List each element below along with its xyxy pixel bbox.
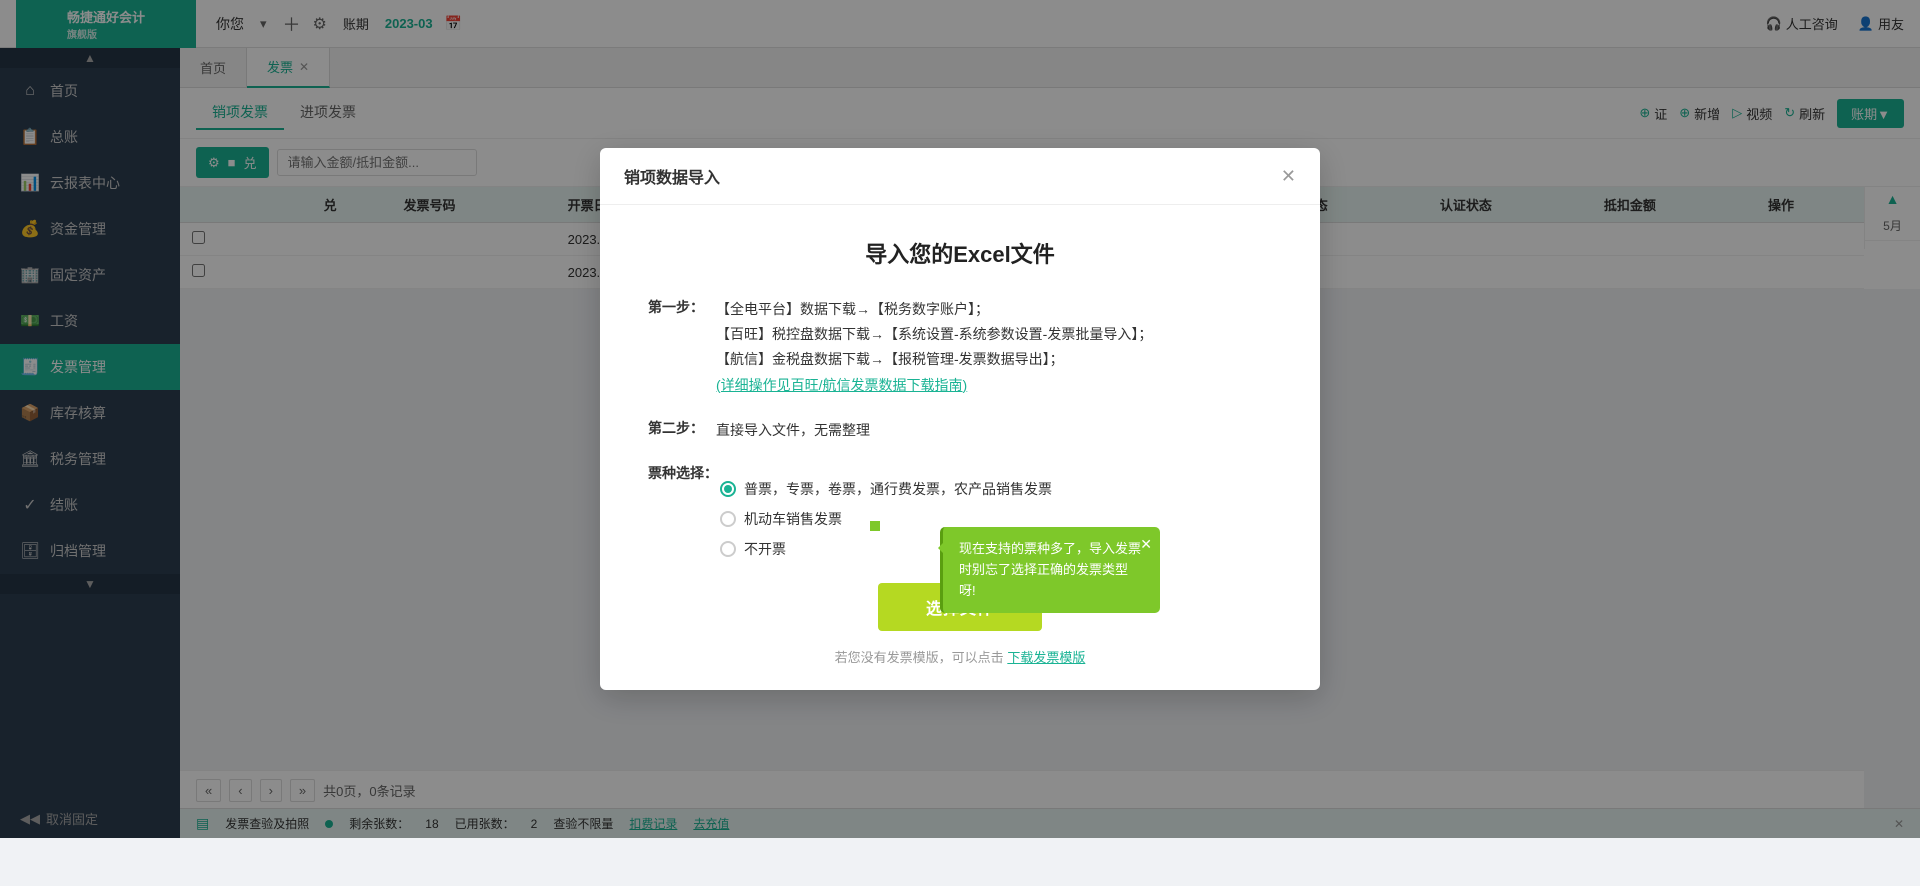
radio-label-1: 普票，专票，卷票，通行费发票，农产品销售发票	[744, 479, 1052, 499]
tooltip-dot	[870, 521, 880, 531]
radio-dot-3[interactable]	[720, 541, 736, 557]
radio-option-1[interactable]: 普票，专票，卷票，通行费发票，农产品销售发票	[720, 479, 1272, 499]
footer-note-text: 若您没有发票模版，可以点击	[835, 650, 1004, 665]
modal-overlay: 销项数据导入 ✕ 导入您的Excel文件 第一步： 【全电平台】数据下载→【税务…	[0, 0, 1920, 838]
step1-line2: 【百旺】税控盘数据下载→【系统设置-系统参数设置-发票批量导入】；	[716, 322, 1152, 347]
step2-label: 第二步：	[648, 418, 708, 438]
step1-content: 【全电平台】数据下载→【税务数字账户】； 【百旺】税控盘数据下载→【系统设置-系…	[716, 297, 1152, 398]
modal-footer-note: 若您没有发票模版，可以点击 下载发票模版	[648, 647, 1272, 666]
radio-label-2: 机动车销售发票	[744, 509, 842, 529]
tooltip-bubble: ✕ 现在支持的票种多了，导入发票时别忘了选择正确的发票类型呀!	[940, 527, 1160, 613]
step1-line3: 【航信】金税盘数据下载→【报税管理-发票数据导出】；	[716, 347, 1152, 372]
tooltip-close-btn[interactable]: ✕	[1140, 533, 1152, 555]
modal-body: 导入您的Excel文件 第一步： 【全电平台】数据下载→【税务数字账户】； 【百…	[600, 205, 1320, 690]
tooltip-text: 现在支持的票种多了，导入发票时别忘了选择正确的发票类型呀!	[959, 541, 1141, 598]
step1-link[interactable]: (详细操作见百旺/航信发票数据下载指南)	[716, 373, 1152, 398]
import-title: 导入您的Excel文件	[648, 237, 1272, 269]
modal-header: 销项数据导入 ✕	[600, 148, 1320, 205]
radio-dot-2[interactable]	[720, 511, 736, 527]
modal-close-btn[interactable]: ✕	[1281, 166, 1296, 187]
step1: 第一步： 【全电平台】数据下载→【税务数字账户】； 【百旺】税控盘数据下载→【系…	[648, 297, 1272, 398]
ticket-choice-label: 票种选择：	[648, 465, 718, 481]
step1-line1: 【全电平台】数据下载→【税务数字账户】；	[716, 297, 1152, 322]
step2: 第二步： 直接导入文件，无需整理	[648, 418, 1272, 443]
ticket-choice: 票种选择： 普票，专票，卷票，通行费发票，农产品销售发票 机动车销售发票	[648, 463, 1272, 559]
download-template-link[interactable]: 下载发票模版	[1007, 650, 1085, 665]
step1-label: 第一步：	[648, 297, 708, 317]
radio-option-2[interactable]: 机动车销售发票 ✕ 现在支持的票种多了，导入发票时别忘了选择正确的发票类型呀!	[720, 509, 1272, 529]
modal-title: 销项数据导入	[624, 164, 720, 188]
guide-link[interactable]: (详细操作见百旺/航信发票数据下载指南)	[716, 377, 967, 393]
modal-dialog: 销项数据导入 ✕ 导入您的Excel文件 第一步： 【全电平台】数据下载→【税务…	[600, 148, 1320, 690]
radio-group: 普票，专票，卷票，通行费发票，农产品销售发票 机动车销售发票 ✕ 现在支持的票种…	[720, 479, 1272, 559]
radio-label-3: 不开票	[744, 539, 786, 559]
radio-dot-1[interactable]	[720, 481, 736, 497]
step2-content: 直接导入文件，无需整理	[716, 418, 870, 443]
